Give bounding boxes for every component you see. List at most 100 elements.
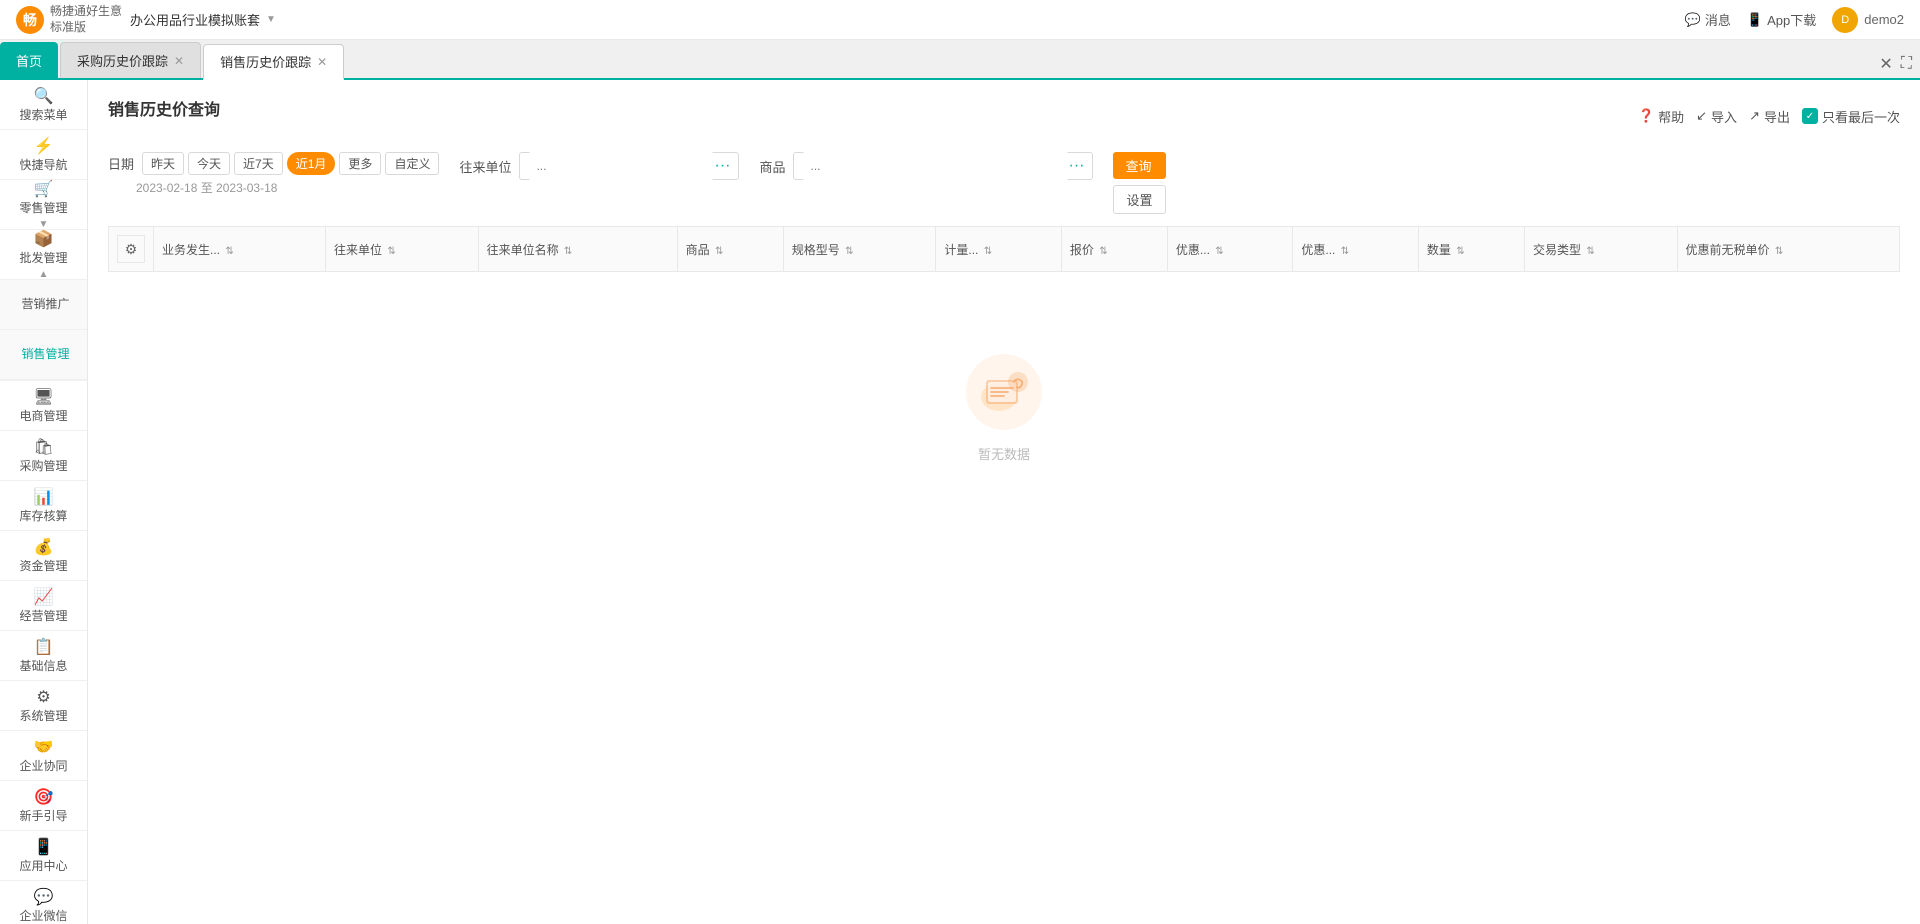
sidebar-item-system[interactable]: ⚙ 系统管理 <box>0 681 87 731</box>
logo-area: 畅 畅捷通好生意 标准版 <box>16 4 122 35</box>
app-logo-icon: 畅 <box>16 6 44 34</box>
sort-discount2-icon: ⇅ <box>1341 246 1349 257</box>
sidebar-item-sales-mgmt[interactable]: 销售管理 <box>0 330 87 380</box>
table-container: ⚙ 业务发生... ⇅ 往来单位 ⇅ 往来单位名称 <box>108 226 1900 543</box>
sort-pre-tax-price-icon: ⇅ <box>1775 246 1783 257</box>
date-filter-group: 日期 昨天 今天 近7天 近1月 更多 自定义 2023-02-18 至 202… <box>108 152 439 196</box>
th-trade-type[interactable]: 交易类型 ⇅ <box>1524 227 1677 272</box>
help-button[interactable]: ❓ 帮助 <box>1638 107 1684 126</box>
operations-icon: 📈 <box>34 587 54 607</box>
sort-spec-icon: ⇅ <box>845 246 853 257</box>
th-pre-tax-price[interactable]: 优惠前无税单价 ⇅ <box>1677 227 1899 272</box>
sidebar-item-basic-info[interactable]: 📋 基础信息 <box>0 631 87 681</box>
sidebar-item-wholesale[interactable]: 📦 批发管理 ▲ <box>0 230 87 280</box>
partner-filter-group: 往来单位 ··· <box>459 152 739 180</box>
sidebar-item-search-menu[interactable]: 🔍 搜索菜单 <box>0 80 87 130</box>
product-input-wrapper[interactable]: ··· <box>793 152 1093 180</box>
sidebar-item-app-center[interactable]: 📱 应用中心 <box>0 831 87 881</box>
date-filter-label: 日期 <box>108 154 134 173</box>
empty-state: 暂无数据 <box>108 272 1900 543</box>
th-product[interactable]: 商品 ⇅ <box>677 227 783 272</box>
app-download-button[interactable]: 📱 App下载 <box>1747 10 1816 29</box>
industry-selector[interactable]: 办公用品行业模拟账套 ▼ <box>130 10 276 29</box>
partner-input[interactable] <box>528 152 714 180</box>
tab-sales-history[interactable]: 销售历史价跟踪 ✕ <box>203 44 344 80</box>
page-content: 销售历史价查询 ❓ 帮助 ↙ 导入 ↗ 导出 ✓ <box>88 80 1920 924</box>
query-button[interactable]: 查询 <box>1113 152 1165 179</box>
system-icon: ⚙ <box>36 687 50 707</box>
tab-home[interactable]: 首页 <box>0 42 58 78</box>
import-button[interactable]: ↙ 导入 <box>1696 107 1737 126</box>
sort-discount1-icon: ⇅ <box>1215 246 1223 257</box>
sidebar-item-enterprise[interactable]: 🤝 企业协同 <box>0 731 87 781</box>
ecommerce-icon: 🖥 <box>33 387 53 407</box>
empty-icon <box>964 352 1044 432</box>
page-title: 销售历史价查询 <box>108 96 220 120</box>
main-layout: 🔍 搜索菜单 ⚡ 快捷导航 🛒 零售管理 ▼ 📦 批发管理 ▲ 营销推广 销售管… <box>0 80 1920 924</box>
product-input[interactable] <box>802 152 1068 180</box>
logo-text: 畅捷通好生意 标准版 <box>50 4 122 35</box>
product-search-icon[interactable]: ··· <box>1069 157 1085 175</box>
sidebar-item-inventory[interactable]: 📊 库存核算 <box>0 481 87 531</box>
filter-bar: 日期 昨天 今天 近7天 近1月 更多 自定义 2023-02-18 至 202… <box>108 152 1900 214</box>
partner-input-wrapper[interactable]: ··· <box>519 152 739 180</box>
date-btn-more[interactable]: 更多 <box>339 152 381 175</box>
sidebar-item-retail[interactable]: 🛒 零售管理 ▼ <box>0 180 87 230</box>
wechat-icon: 💬 <box>34 887 54 907</box>
date-buttons: 昨天 今天 近7天 近1月 更多 自定义 <box>142 152 439 175</box>
industry-dropdown-icon: ▼ <box>266 14 276 25</box>
th-unit[interactable]: 计量... ⇅ <box>936 227 1061 272</box>
close-all-tabs-icon[interactable]: ✕ <box>1879 54 1892 74</box>
close-purchase-tab-icon[interactable]: ✕ <box>174 54 184 68</box>
th-discount2[interactable]: 优惠... ⇅ <box>1293 227 1418 272</box>
th-spec[interactable]: 规格型号 ⇅ <box>783 227 936 272</box>
partner-search-icon[interactable]: ··· <box>714 157 730 175</box>
date-btn-today[interactable]: 今天 <box>188 152 230 175</box>
date-btn-1month[interactable]: 近1月 <box>287 152 336 175</box>
sidebar-item-wechat[interactable]: 💬 企业微信 <box>0 881 87 924</box>
sidebar-item-finance[interactable]: 💰 资金管理 <box>0 531 87 581</box>
date-btn-custom[interactable]: 自定义 <box>385 152 439 175</box>
top-bar-right: 💬 消息 📱 App下载 D demo2 <box>1685 7 1904 33</box>
new-guide-icon: 🎯 <box>34 787 54 807</box>
table-settings-btn[interactable]: ⚙ <box>117 235 145 263</box>
th-biz-date[interactable]: 业务发生... ⇅ <box>154 227 326 272</box>
date-range-display: 2023-02-18 至 2023-03-18 <box>108 179 439 196</box>
user-info[interactable]: D demo2 <box>1832 7 1904 33</box>
export-button[interactable]: ↗ 导出 <box>1749 107 1790 126</box>
finance-icon: 💰 <box>34 537 54 557</box>
wholesale-icon: 📦 <box>34 229 54 249</box>
search-icon: 🔍 <box>34 86 54 106</box>
avatar: D <box>1832 7 1858 33</box>
close-sales-tab-icon[interactable]: ✕ <box>317 55 327 69</box>
date-btn-yesterday[interactable]: 昨天 <box>142 152 184 175</box>
purchase-icon: 🛍 <box>33 437 53 457</box>
tab-bar: 首页 采购历史价跟踪 ✕ 销售历史价跟踪 ✕ ✕ ⛶ <box>0 40 1920 80</box>
th-partner-name[interactable]: 往来单位名称 ⇅ <box>478 227 677 272</box>
sort-product-icon: ⇅ <box>715 246 723 257</box>
sidebar-item-marketing[interactable]: 营销推广 <box>0 280 87 330</box>
th-quoted-price[interactable]: 报价 ⇅ <box>1061 227 1167 272</box>
top-bar: 畅 畅捷通好生意 标准版 办公用品行业模拟账套 ▼ 💬 消息 📱 App下载 D… <box>0 0 1920 40</box>
only-last-checkbox[interactable]: ✓ 只看最后一次 <box>1802 107 1900 126</box>
th-settings: ⚙ <box>109 227 154 272</box>
sidebar-item-operations[interactable]: 📈 经营管理 <box>0 581 87 631</box>
export-icon: ↗ <box>1749 108 1760 124</box>
th-discount1[interactable]: 优惠... ⇅ <box>1167 227 1292 272</box>
maximize-icon[interactable]: ⛶ <box>1901 55 1912 73</box>
sort-partner-code-icon: ⇅ <box>387 246 395 257</box>
sort-quoted-price-icon: ⇅ <box>1099 246 1107 257</box>
sidebar-item-ecommerce[interactable]: 🖥 电商管理 <box>0 381 87 431</box>
th-partner-code[interactable]: 往来单位 ⇅ <box>325 227 478 272</box>
sort-unit-icon: ⇅ <box>984 246 992 257</box>
sidebar-item-purchase[interactable]: 🛍 采购管理 <box>0 431 87 481</box>
action-btn-group: 查询 设置 <box>1113 152 1165 214</box>
date-btn-7days[interactable]: 近7天 <box>234 152 283 175</box>
message-button[interactable]: 💬 消息 <box>1685 10 1731 29</box>
th-quantity[interactable]: 数量 ⇅ <box>1418 227 1524 272</box>
tab-purchase-history[interactable]: 采购历史价跟踪 ✕ <box>60 42 201 78</box>
sidebar-item-new-guide[interactable]: 🎯 新手引导 <box>0 781 87 831</box>
retail-expand-icon: ▼ <box>39 219 49 230</box>
sidebar-item-quick-nav[interactable]: ⚡ 快捷导航 <box>0 130 87 180</box>
settings-button[interactable]: 设置 <box>1113 185 1165 214</box>
